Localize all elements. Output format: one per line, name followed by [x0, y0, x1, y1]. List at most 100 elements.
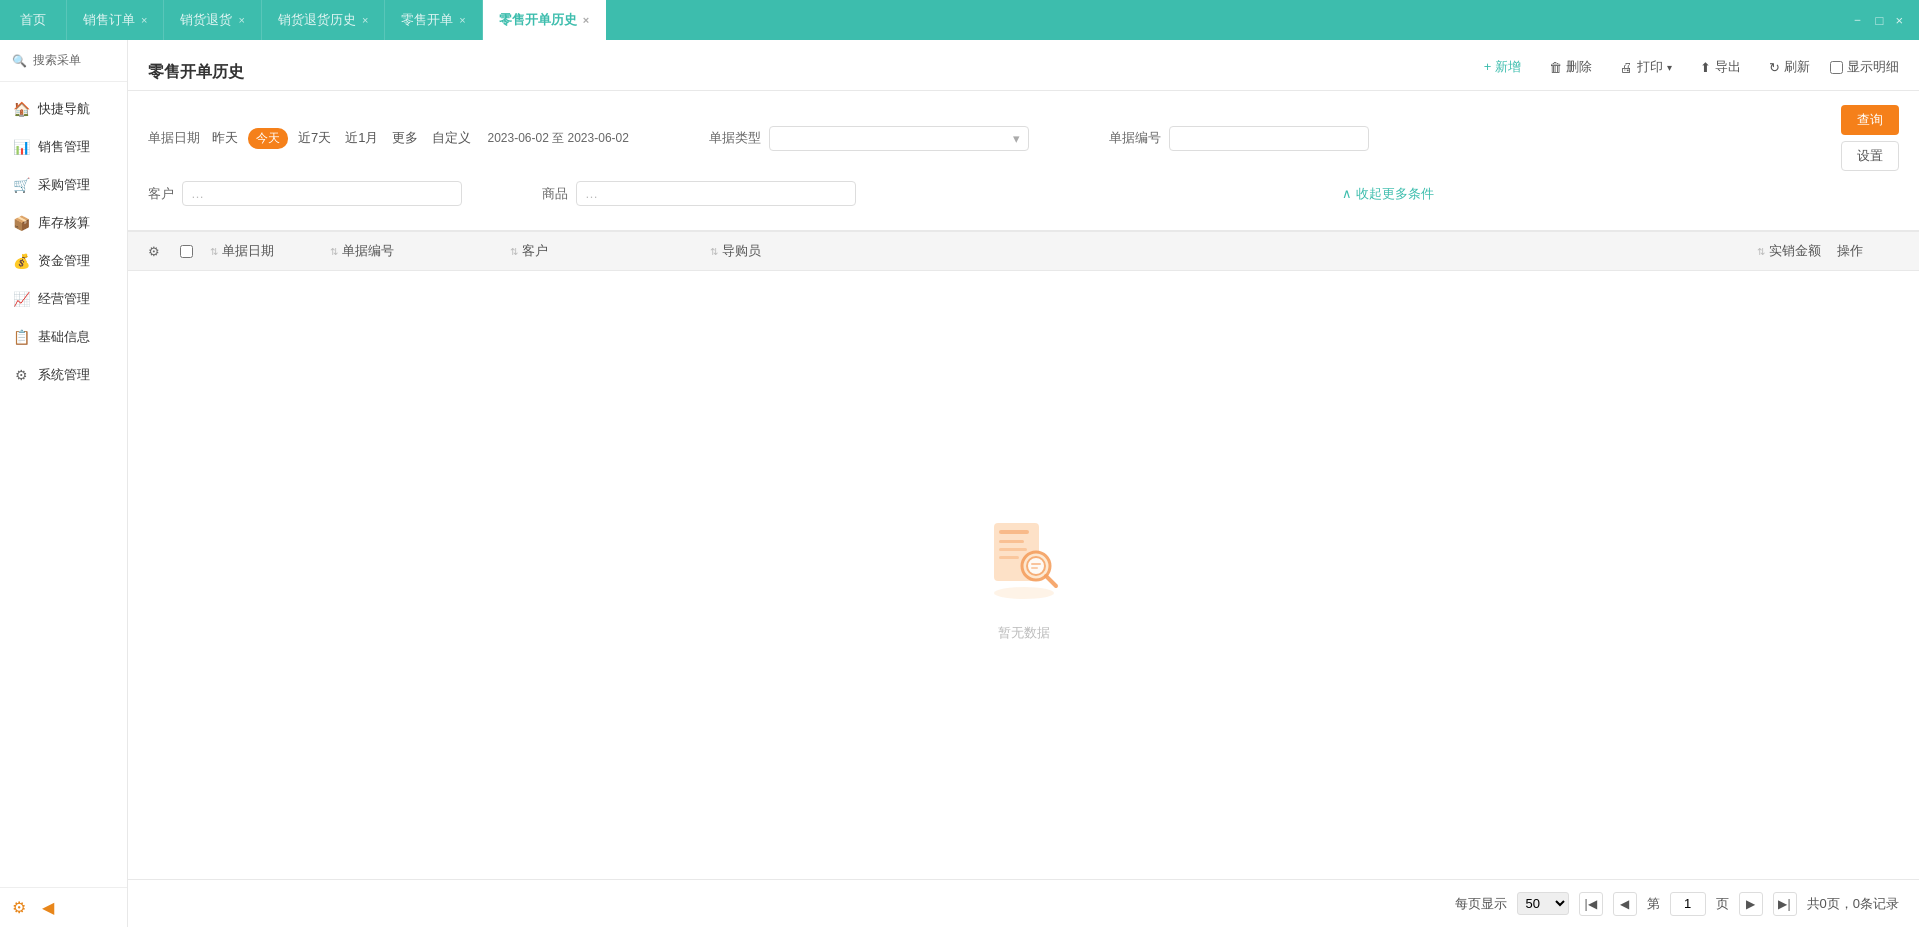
date-btn-7days[interactable]: 近7天 — [294, 127, 335, 149]
goods-select[interactable]: … — [576, 181, 856, 206]
tab-sales-return-close[interactable]: × — [238, 15, 244, 26]
date-btn-more[interactable]: 更多 — [388, 127, 422, 149]
refresh-button[interactable]: ↻ 刷新 — [1761, 54, 1818, 80]
sidebar-item-system[interactable]: ⚙ 系统管理 — [0, 356, 127, 394]
th-op-label: 操作 — [1837, 242, 1863, 260]
maximize-icon[interactable]: □ — [1876, 13, 1884, 28]
goods-label: 商品 — [542, 185, 568, 203]
page-label: 第 — [1647, 895, 1660, 913]
action-btns: 查询 设置 — [1841, 105, 1899, 171]
print-dropdown-icon: ▾ — [1667, 62, 1672, 73]
export-button[interactable]: ⬆ 导出 — [1692, 54, 1749, 80]
tab-home[interactable]: 首页 — [0, 0, 67, 40]
date-range: 2023-06-02 至 2023-06-02 — [487, 130, 628, 147]
tab-sales-order[interactable]: 销售订单 × — [67, 0, 164, 40]
table-settings-btn[interactable]: ⚙ — [138, 244, 170, 259]
total-text: 共0页，0条记录 — [1807, 895, 1899, 913]
sidebar-item-quick-nav[interactable]: 🏠 快捷导航 — [0, 90, 127, 128]
date-sort-icon[interactable]: ⇅ — [210, 246, 218, 257]
export-btn-label: 导出 — [1715, 58, 1741, 76]
operations-icon: 📈 — [12, 291, 30, 307]
main-layout: 🔍 搜索采单 🏠 快捷导航 📊 销售管理 🛒 采购管理 📦 库存核算 — [0, 40, 1919, 927]
search-icon: 🔍 — [12, 54, 27, 68]
inventory-icon: 📦 — [12, 215, 30, 231]
date-btn-today[interactable]: 今天 — [248, 128, 288, 149]
client-sort-icon[interactable]: ⇅ — [510, 246, 518, 257]
th-guide[interactable]: ⇅ 导购员 — [702, 242, 822, 260]
tab-sales-return[interactable]: 销货退货 × — [164, 0, 261, 40]
table-select-all[interactable] — [170, 245, 202, 258]
sidebar-collapse-icon[interactable]: ◀ — [42, 898, 54, 917]
collapse-area: ∧ 收起更多条件 — [876, 185, 1899, 203]
th-amount[interactable]: ⇅ 实销金额 — [822, 242, 1829, 260]
sidebar-item-purchase-mgmt-label: 采购管理 — [38, 176, 90, 194]
display-toggle-checkbox[interactable] — [1830, 61, 1843, 74]
sidebar-item-basic-info[interactable]: 📋 基础信息 — [0, 318, 127, 356]
per-page-select[interactable]: 50 10 20 100 — [1517, 892, 1569, 915]
collapse-button[interactable]: ∧ 收起更多条件 — [1342, 185, 1434, 203]
date-btn-1month[interactable]: 近1月 — [341, 127, 382, 149]
tab-retail-open-history-close[interactable]: × — [583, 15, 589, 26]
tab-retail-open-history[interactable]: 零售开单历史 × — [483, 0, 606, 40]
tab-retail-open[interactable]: 零售开单 × — [385, 0, 482, 40]
filter-area: 单据日期 昨天 今天 近7天 近1月 更多 自定义 2023-06-02 至 2… — [128, 91, 1919, 231]
table-header: ⚙ ⇅ 单据日期 ⇅ 单据编号 ⇅ 客户 ⇅ 导购员 — [128, 231, 1919, 271]
customer-select[interactable]: … — [182, 181, 462, 206]
tab-sales-order-close[interactable]: × — [141, 15, 147, 26]
tab-retail-open-close[interactable]: × — [459, 15, 465, 26]
num-sort-icon[interactable]: ⇅ — [330, 246, 338, 257]
minimize-icon[interactable]: － — [1851, 11, 1864, 29]
bill-type-select[interactable]: ▾ — [769, 126, 1029, 151]
last-page-btn[interactable]: ▶| — [1773, 892, 1797, 916]
bill-num-input[interactable] — [1169, 126, 1369, 151]
toolbar: + 新增 🗑 删除 🖨 打印 ▾ ⬆ 导出 ↻ 刷新 — [1476, 54, 1899, 90]
bill-type-label: 单据类型 — [709, 129, 761, 147]
guide-sort-icon[interactable]: ⇅ — [710, 246, 718, 257]
sidebar-item-operations-label: 经营管理 — [38, 290, 90, 308]
print-icon: 🖨 — [1620, 60, 1633, 75]
sidebar-item-inventory[interactable]: 📦 库存核算 — [0, 204, 127, 242]
th-date[interactable]: ⇅ 单据日期 — [202, 242, 322, 260]
new-button[interactable]: + 新增 — [1476, 54, 1529, 80]
th-amount-label: 实销金额 — [1769, 242, 1821, 260]
date-btn-yesterday[interactable]: 昨天 — [208, 127, 242, 149]
purchase-icon: 🛒 — [12, 177, 30, 193]
tab-retail-open-history-label: 零售开单历史 — [499, 11, 577, 29]
sidebar-item-finance[interactable]: 💰 资金管理 — [0, 242, 127, 280]
amount-sort-icon[interactable]: ⇅ — [1757, 246, 1765, 257]
first-page-btn[interactable]: |◀ — [1579, 892, 1603, 916]
page-header: 零售开单历史 + 新增 🗑 删除 🖨 打印 ▾ ⬆ 导出 — [128, 40, 1919, 91]
th-client-label: 客户 — [522, 242, 548, 260]
page-input[interactable] — [1670, 892, 1706, 916]
empty-icon — [974, 508, 1074, 608]
svg-point-7 — [1027, 557, 1045, 575]
date-btn-custom[interactable]: 自定义 — [428, 127, 475, 149]
sidebar-search[interactable]: 🔍 搜索采单 — [0, 52, 127, 69]
tab-sales-return-history-close[interactable]: × — [362, 15, 368, 26]
new-btn-label: + 新增 — [1484, 58, 1521, 76]
filter-row-1: 单据日期 昨天 今天 近7天 近1月 更多 自定义 2023-06-02 至 2… — [148, 105, 1899, 171]
close-icon[interactable]: × — [1895, 13, 1903, 28]
sidebar-item-basic-info-label: 基础信息 — [38, 328, 90, 346]
settings-button[interactable]: 设置 — [1841, 141, 1899, 171]
sidebar-item-sales-mgmt[interactable]: 📊 销售管理 — [0, 128, 127, 166]
delete-button[interactable]: 🗑 删除 — [1541, 54, 1600, 80]
window-controls: － □ × — [1835, 11, 1919, 29]
sidebar-item-operations[interactable]: 📈 经营管理 — [0, 280, 127, 318]
display-toggle-label: 显示明细 — [1847, 58, 1899, 76]
filter-bill-type: 单据类型 ▾ — [709, 126, 1029, 151]
prev-page-btn[interactable]: ◀ — [1613, 892, 1637, 916]
sidebar-item-purchase-mgmt[interactable]: 🛒 采购管理 — [0, 166, 127, 204]
sidebar-settings-icon[interactable]: ⚙ — [12, 898, 26, 917]
delete-icon: 🗑 — [1549, 60, 1562, 75]
pagination: 每页显示 50 10 20 100 |◀ ◀ 第 页 ▶ ▶| 共0页，0条记录 — [128, 879, 1919, 927]
date-label: 单据日期 — [148, 129, 200, 147]
print-button[interactable]: 🖨 打印 ▾ — [1612, 54, 1680, 80]
select-all-checkbox[interactable] — [180, 245, 193, 258]
home-icon: 🏠 — [12, 101, 30, 117]
tab-sales-return-history[interactable]: 销货退货历史 × — [262, 0, 385, 40]
query-button[interactable]: 查询 — [1841, 105, 1899, 135]
next-page-btn[interactable]: ▶ — [1739, 892, 1763, 916]
th-client[interactable]: ⇅ 客户 — [502, 242, 702, 260]
th-num[interactable]: ⇅ 单据编号 — [322, 242, 502, 260]
